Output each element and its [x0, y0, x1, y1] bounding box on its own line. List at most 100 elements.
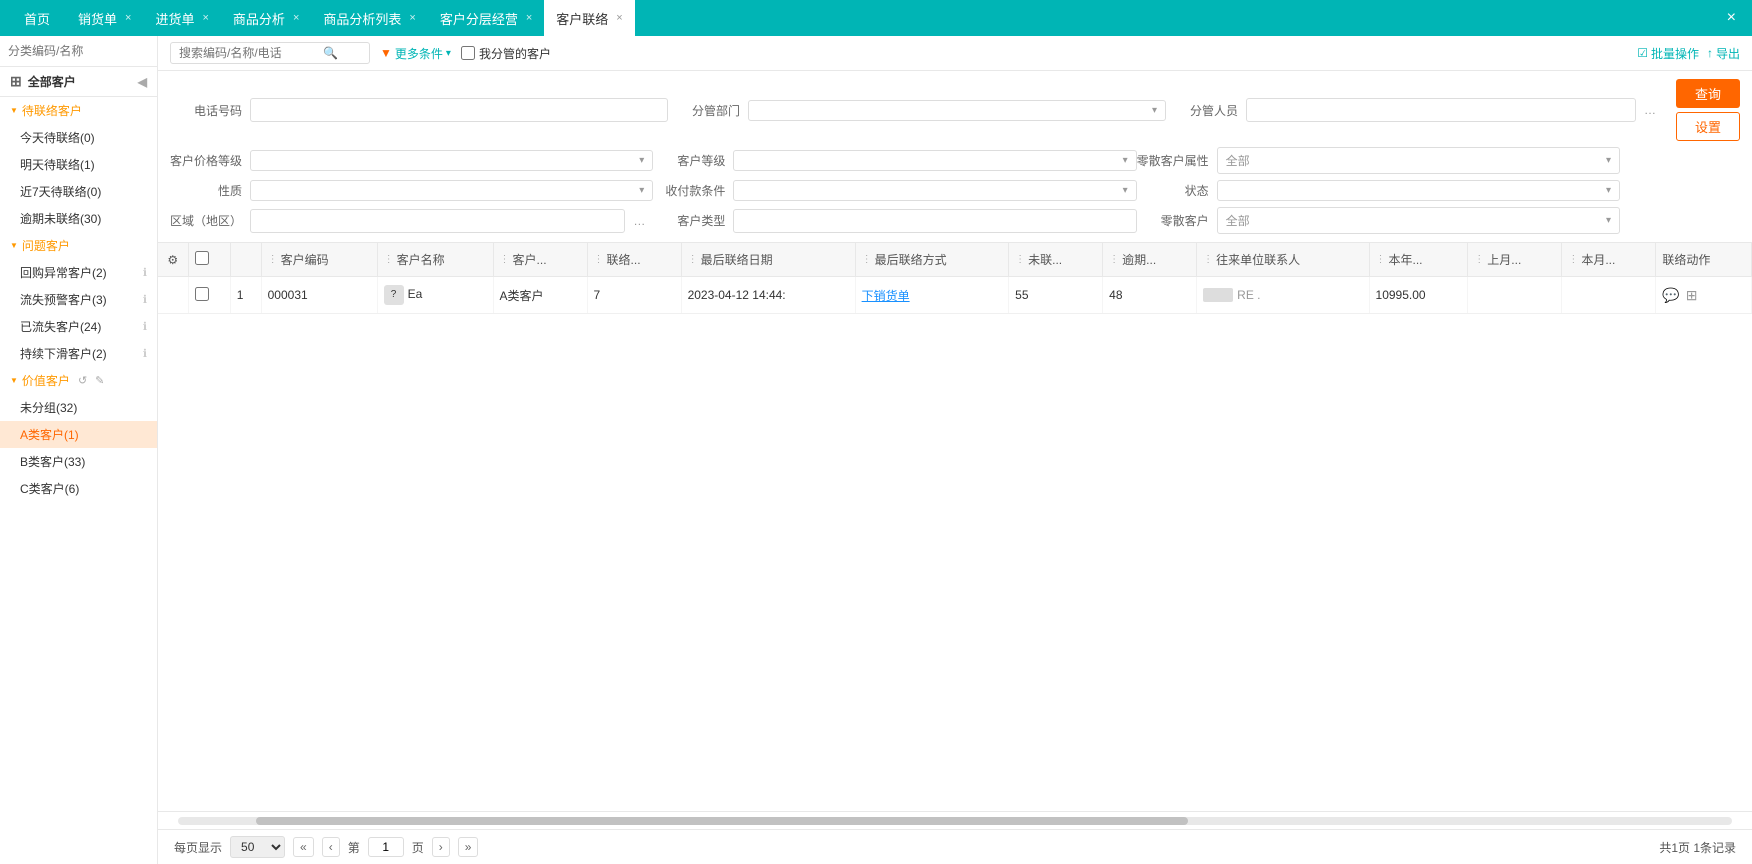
horizontal-scrollbar[interactable] — [158, 811, 1752, 829]
refresh-icon[interactable]: ↺ — [78, 374, 87, 387]
customer-level-select[interactable]: ▾ — [733, 150, 1136, 171]
row-name: ?Ea — [377, 277, 493, 314]
sidebar-item[interactable]: C类客户(6) — [0, 475, 157, 502]
sidebar-item[interactable]: 持续下滑客户(2)ℹ — [0, 340, 157, 367]
row-select-checkbox[interactable] — [195, 287, 209, 301]
row-overdue: 48 — [1103, 277, 1197, 314]
edit-icon[interactable]: ✎ — [95, 374, 104, 387]
message-icon[interactable]: 💬 — [1662, 287, 1679, 304]
tab-close-icon[interactable]: × — [616, 12, 622, 24]
filter-row-3: 性质 ▾ 收付款条件 ▾ 状态 — [170, 180, 1740, 201]
tab-close-icon[interactable]: × — [202, 12, 208, 24]
price-level-select[interactable]: ▾ — [250, 150, 653, 171]
filter-price-level: 客户价格等级 ▾ — [170, 150, 653, 171]
close-all-btn[interactable]: × — [1719, 9, 1744, 27]
sidebar-item[interactable]: 今天待联络(0) — [0, 124, 157, 151]
sidebar-group-待联络客户[interactable]: ▼ 待联络客户 — [0, 97, 157, 124]
nav-tab-商品分析列表[interactable]: 商品分析列表× — [311, 0, 427, 36]
last-way-link[interactable]: 下销货单 — [862, 289, 910, 303]
manager-input[interactable] — [1246, 98, 1636, 122]
set-btn[interactable]: 设置 — [1676, 112, 1740, 141]
customer-type-input[interactable] — [733, 209, 1136, 233]
page-number-input[interactable] — [368, 837, 404, 857]
tab-close-icon[interactable]: × — [125, 12, 131, 24]
page-label: 第 — [348, 839, 360, 856]
nav-tab-销货单[interactable]: 销货单× — [66, 0, 143, 36]
next-page-btn[interactable]: › — [432, 837, 450, 857]
dept-select[interactable]: ▾ — [748, 100, 1166, 121]
sidebar-item[interactable]: B类客户(33) — [0, 448, 157, 475]
chevron-down-icon: ▾ — [1152, 105, 1157, 116]
last-way-column[interactable]: ⋮ 最后联络方式 — [855, 243, 1009, 277]
last-date-column[interactable]: ⋮ 最后联络日期 — [681, 243, 855, 277]
per-page-select[interactable]: 50 20 100 — [230, 836, 285, 858]
main-search-icon[interactable]: 🔍 — [323, 46, 338, 60]
chevron-down-icon: ▾ — [1606, 185, 1611, 196]
this-month-column[interactable]: ⋮ 本月... — [1562, 243, 1656, 277]
name-column[interactable]: ⋮ 客户名称 — [377, 243, 493, 277]
prev-page-btn[interactable]: ‹ — [322, 837, 340, 857]
tab-close-icon[interactable]: × — [293, 12, 299, 24]
sidebar-group-价值客户[interactable]: ▼ 价值客户 ↺✎ — [0, 367, 157, 394]
sidebar-search-input[interactable] — [8, 44, 158, 58]
filter-nature: 性质 ▾ — [170, 180, 653, 201]
gear-column[interactable]: ⚙ — [158, 243, 188, 277]
sidebar-group-问题客户[interactable]: ▼ 问题客户 — [0, 232, 157, 259]
phone-input[interactable] — [250, 98, 668, 122]
sidebar-item[interactable]: 明天待联络(1) — [0, 151, 157, 178]
region-dots-btn[interactable]: … — [625, 214, 653, 228]
sidebar-item[interactable]: 流失预警客户(3)ℹ — [0, 286, 157, 313]
my-customers-checkbox[interactable] — [461, 46, 475, 60]
export-btn[interactable]: ↑ 导出 — [1707, 45, 1740, 62]
manager-dots-btn[interactable]: … — [1636, 103, 1664, 117]
scroll-thumb[interactable] — [256, 817, 1188, 825]
contact-column[interactable]: ⋮ 联络... — [587, 243, 681, 277]
collapse-icon[interactable]: ◀ — [138, 75, 147, 89]
payment-select[interactable]: ▾ — [733, 180, 1136, 201]
overdue-column[interactable]: ⋮ 逾期... — [1103, 243, 1197, 277]
status-select[interactable]: ▾ — [1217, 180, 1620, 201]
sidebar-item[interactable]: 回购异常客户(2)ℹ — [0, 259, 157, 286]
sidebar-item[interactable]: 未分组(32) — [0, 394, 157, 421]
tab-close-icon[interactable]: × — [409, 12, 415, 24]
nature-select[interactable]: ▾ — [250, 180, 653, 201]
select-all-checkbox[interactable] — [195, 251, 209, 265]
main-search-input[interactable] — [179, 46, 319, 60]
nav-tab-商品分析[interactable]: 商品分析× — [221, 0, 311, 36]
first-page-btn[interactable]: « — [293, 837, 314, 857]
sidebar-item[interactable]: 逾期未联络(30) — [0, 205, 157, 232]
tab-close-icon[interactable]: × — [526, 12, 532, 24]
row-code: 000031 — [261, 277, 377, 314]
chevron-down-icon: ▾ — [1606, 155, 1611, 166]
code-column[interactable]: ⋮ 客户编码 — [261, 243, 377, 277]
query-btn[interactable]: 查询 — [1676, 79, 1740, 108]
nav-tab-客户分层经营[interactable]: 客户分层经营× — [428, 0, 544, 36]
nav-tab-客户联络[interactable]: 客户联络× — [544, 0, 634, 36]
more-conditions-btn[interactable]: ▼ 更多条件 ▾ — [380, 45, 451, 62]
sidebar-item[interactable]: 已流失客户(24)ℹ — [0, 313, 157, 340]
scroll-track[interactable] — [178, 817, 1732, 825]
region-input[interactable] — [250, 209, 625, 233]
last-month-column[interactable]: ⋮ 上月... — [1468, 243, 1562, 277]
this-year-column[interactable]: ⋮ 本年... — [1369, 243, 1468, 277]
sidebar-all-label: 全部客户 — [28, 73, 76, 90]
filter-dept: 分管部门 ▾ — [668, 100, 1166, 121]
sidebar-all-customers[interactable]: ⊞ 全部客户 ◀ — [0, 67, 157, 97]
batch-ops-btn[interactable]: ☑ 批量操作 — [1637, 45, 1699, 62]
qr-icon[interactable]: ⊞ — [1686, 287, 1698, 304]
class-column[interactable]: ⋮ 客户... — [493, 243, 587, 277]
row-unit-contact: RE . — [1197, 277, 1369, 314]
filter-retail-customer: 零散客户 全部 ▾ — [1137, 207, 1620, 234]
last-page-btn[interactable]: » — [458, 837, 479, 857]
row-this-month — [1562, 277, 1656, 314]
unit-contact-column[interactable]: ⋮ 往来单位联系人 — [1197, 243, 1369, 277]
sidebar-item[interactable]: 近7天待联络(0) — [0, 178, 157, 205]
nav-tab-首页[interactable]: 首页 — [8, 0, 66, 36]
sidebar-item[interactable]: A类客户(1) — [0, 421, 157, 448]
filter-row-1: 电话号码 分管部门 ▾ 分管人员 … 查询 设置 — [170, 79, 1740, 141]
row-no: 1 — [230, 277, 261, 314]
retail-attr-select[interactable]: 全部 ▾ — [1217, 147, 1620, 174]
uncontacted-column[interactable]: ⋮ 未联... — [1009, 243, 1103, 277]
retail-customer-select[interactable]: 全部 ▾ — [1217, 207, 1620, 234]
nav-tab-进货单[interactable]: 进货单× — [143, 0, 220, 36]
